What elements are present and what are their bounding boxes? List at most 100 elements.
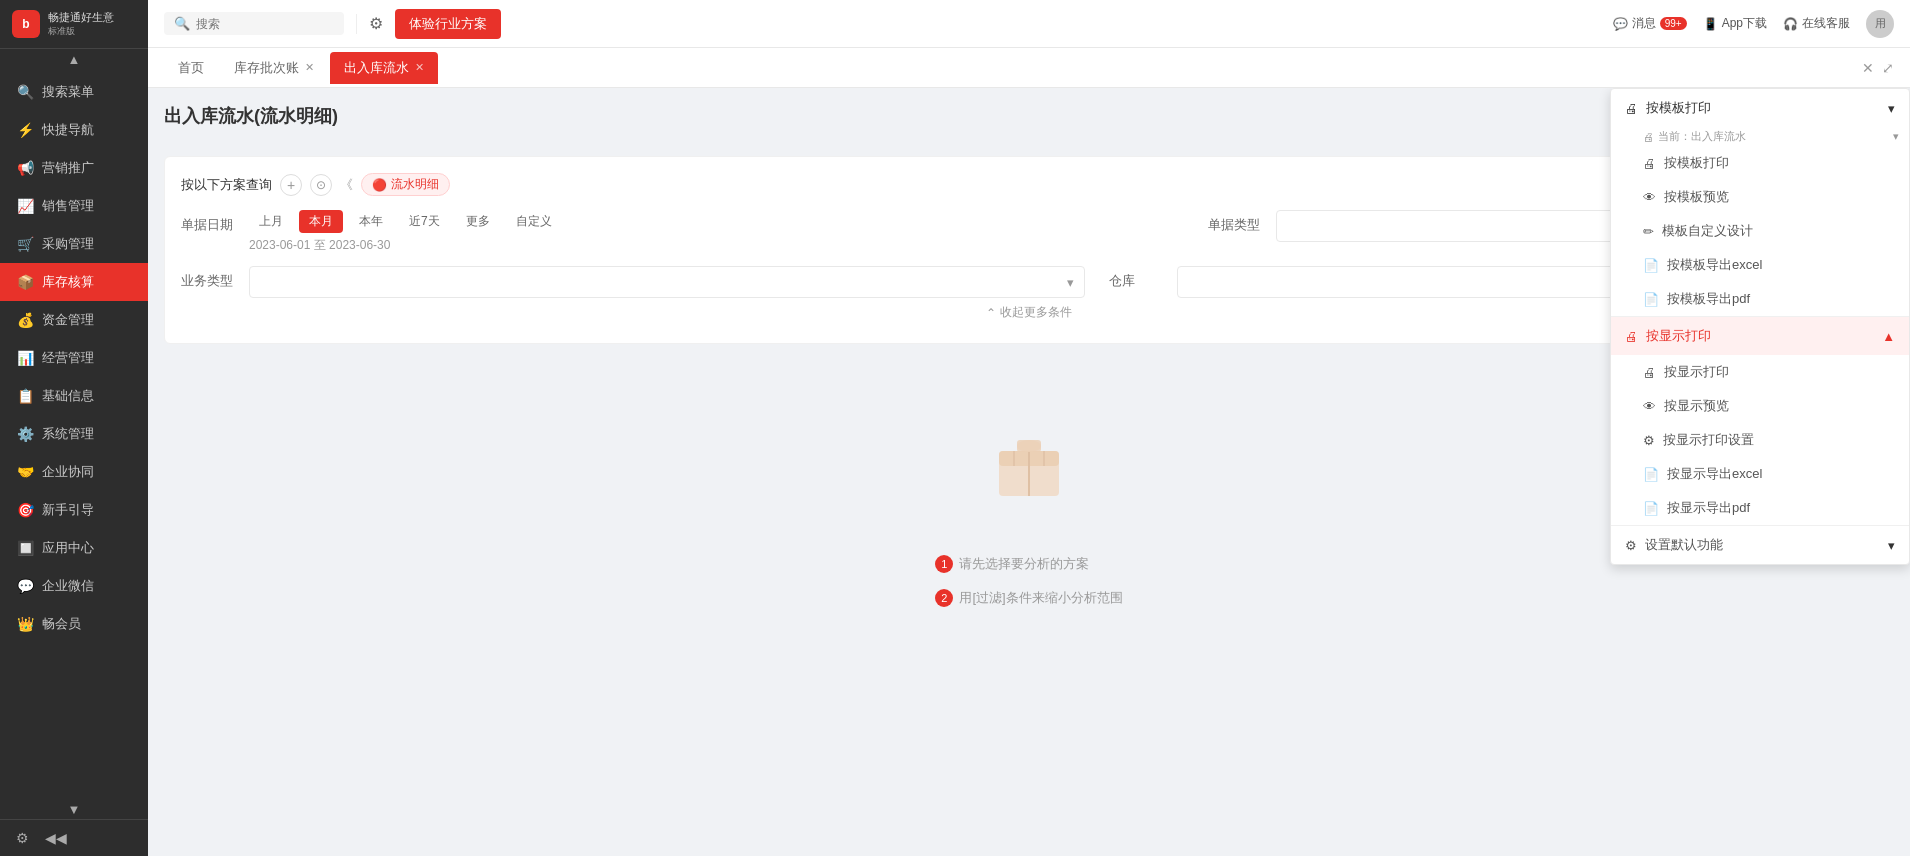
user-avatar[interactable]: 用 bbox=[1866, 10, 1894, 38]
online-service-group[interactable]: 🎧 在线客服 bbox=[1783, 15, 1850, 32]
topbar-search-area[interactable]: 🔍 bbox=[164, 12, 344, 35]
phone-icon: 📱 bbox=[1703, 17, 1718, 31]
display-preview-label: 按显示预览 bbox=[1664, 397, 1729, 415]
template-excel-item[interactable]: 📄 按模板导出excel bbox=[1611, 248, 1909, 282]
date-opt-this-month[interactable]: 本月 bbox=[299, 210, 343, 233]
template-print-header[interactable]: 🖨 按模板打印 ▾ bbox=[1611, 89, 1909, 127]
filter-tag-icon: 🔴 bbox=[372, 178, 387, 192]
biz-type-filter-group: 业务类型 ▾ bbox=[181, 266, 1085, 298]
display-settings-label: 按显示打印设置 bbox=[1663, 431, 1754, 449]
biz-type-select[interactable]: ▾ bbox=[249, 266, 1085, 298]
message-icon: 💬 bbox=[1613, 17, 1628, 31]
sidebar-item-label: 库存核算 bbox=[42, 273, 94, 291]
display-pdf-icon: 📄 bbox=[1643, 501, 1659, 516]
tab-flow[interactable]: 出入库流水 ✕ bbox=[330, 52, 438, 84]
template-pdf-icon: 📄 bbox=[1643, 292, 1659, 307]
sidebar-item-system[interactable]: ⚙️ 系统管理 bbox=[0, 415, 148, 453]
template-design-item[interactable]: ✏ 模板自定义设计 bbox=[1611, 214, 1909, 248]
chart-icon: 📈 bbox=[16, 198, 34, 214]
sidebar-item-apps[interactable]: 🔲 应用中心 bbox=[0, 529, 148, 567]
display-settings-item[interactable]: ⚙ 按显示打印设置 bbox=[1611, 423, 1909, 457]
sidebar-item-member[interactable]: 👑 畅会员 bbox=[0, 605, 148, 643]
filter-tag-flow[interactable]: 🔴 流水明细 bbox=[361, 173, 450, 196]
sidebar-item-collab[interactable]: 🤝 企业协同 bbox=[0, 453, 148, 491]
window-maximize-btn[interactable]: ⤢ bbox=[1882, 60, 1894, 76]
filter-add-btn[interactable]: + bbox=[280, 174, 302, 196]
sidebar-scroll-up[interactable]: ▲ bbox=[0, 49, 148, 69]
sidebar-item-search[interactable]: 🔍 搜索菜单 bbox=[0, 73, 148, 111]
window-controls: ✕ ⤢ bbox=[1862, 60, 1894, 76]
gear-icon: ⚙️ bbox=[16, 426, 34, 442]
sidebar-item-quick-nav[interactable]: ⚡ 快捷导航 bbox=[0, 111, 148, 149]
template-preview-item[interactable]: 👁 按模板预览 bbox=[1611, 180, 1909, 214]
sidebar-item-marketing[interactable]: 📢 营销推广 bbox=[0, 149, 148, 187]
tab-flow-close[interactable]: ✕ bbox=[415, 61, 424, 74]
default-function-section[interactable]: ⚙ 设置默认功能 ▾ bbox=[1611, 526, 1909, 564]
sidebar-item-inventory[interactable]: 📦 库存核算 bbox=[0, 263, 148, 301]
window-close-btn[interactable]: ✕ bbox=[1862, 60, 1874, 76]
sidebar-item-label: 销售管理 bbox=[42, 197, 94, 215]
date-range-display: 2023-06-01 至 2023-06-30 bbox=[249, 237, 562, 254]
sidebar-item-wechat[interactable]: 💬 企业微信 bbox=[0, 567, 148, 605]
filter-section-label: 按以下方案查询 bbox=[181, 176, 272, 194]
message-group[interactable]: 💬 消息 99+ bbox=[1613, 15, 1687, 32]
display-print-item[interactable]: 🖨 按显示打印 bbox=[1611, 355, 1909, 389]
default-function-left: ⚙ 设置默认功能 bbox=[1625, 536, 1723, 554]
sidebar: b 畅捷通好生意 标准版 ▲ 🔍 搜索菜单 ⚡ 快捷导航 📢 营销推广 📈 销售… bbox=[0, 0, 148, 856]
template-preview-icon: 👁 bbox=[1643, 190, 1656, 205]
date-opt-prev-month[interactable]: 上月 bbox=[249, 210, 293, 233]
template-preview-label: 按模板预览 bbox=[1664, 188, 1729, 206]
display-excel-icon: 📄 bbox=[1643, 467, 1659, 482]
sidebar-item-basic[interactable]: 📋 基础信息 bbox=[0, 377, 148, 415]
grid-icon: 🔲 bbox=[16, 540, 34, 556]
date-opt-this-year[interactable]: 本年 bbox=[349, 210, 393, 233]
sidebar-nav: 🔍 搜索菜单 ⚡ 快捷导航 📢 营销推广 📈 销售管理 🛒 采购管理 📦 库存核… bbox=[0, 69, 148, 799]
search-icon: 🔍 bbox=[174, 16, 190, 31]
date-opt-custom[interactable]: 自定义 bbox=[506, 210, 562, 233]
tab-batch-close[interactable]: ✕ bbox=[305, 61, 314, 74]
date-filter-label: 单据日期 bbox=[181, 210, 241, 234]
online-service-label: 在线客服 bbox=[1802, 15, 1850, 32]
sidebar-item-sales[interactable]: 📈 销售管理 bbox=[0, 187, 148, 225]
message-label: 消息 bbox=[1632, 15, 1656, 32]
sidebar-item-label: 快捷导航 bbox=[42, 121, 94, 139]
footer-settings-icon[interactable]: ⚙ bbox=[16, 830, 29, 846]
display-excel-item[interactable]: 📄 按显示导出excel bbox=[1611, 457, 1909, 491]
display-preview-item[interactable]: 👁 按显示预览 bbox=[1611, 389, 1909, 423]
display-excel-label: 按显示导出excel bbox=[1667, 465, 1762, 483]
empty-svg bbox=[979, 416, 1079, 516]
trial-btn[interactable]: 体验行业方案 bbox=[395, 9, 501, 39]
default-function-label: 设置默认功能 bbox=[1645, 536, 1723, 554]
tab-batch[interactable]: 库存批次账 ✕ bbox=[220, 52, 328, 84]
sidebar-item-guide[interactable]: 🎯 新手引导 bbox=[0, 491, 148, 529]
sidebar-scroll-down[interactable]: ▼ bbox=[0, 799, 148, 819]
template-pdf-label: 按模板导出pdf bbox=[1667, 290, 1750, 308]
filter-collapse-icon[interactable]: 《 bbox=[340, 176, 353, 194]
collapse-label: 收起更多条件 bbox=[1000, 304, 1072, 321]
topbar-settings-icon[interactable]: ⚙ bbox=[369, 14, 383, 33]
template-design-label: 模板自定义设计 bbox=[1662, 222, 1753, 240]
search-input[interactable] bbox=[196, 17, 316, 31]
tab-home[interactable]: 首页 bbox=[164, 52, 218, 84]
app-download-group[interactable]: 📱 App下载 bbox=[1703, 15, 1767, 32]
wechat-icon: 💬 bbox=[16, 578, 34, 594]
display-preview-icon: 👁 bbox=[1643, 399, 1656, 414]
footer-collapse-icon[interactable]: ◀◀ bbox=[45, 830, 67, 846]
sidebar-item-purchase[interactable]: 🛒 采购管理 bbox=[0, 225, 148, 263]
template-print-item[interactable]: 🖨 按模板打印 bbox=[1611, 146, 1909, 180]
display-pdf-item[interactable]: 📄 按显示导出pdf bbox=[1611, 491, 1909, 525]
search-icon: 🔍 bbox=[16, 84, 34, 100]
sidebar-item-operation[interactable]: 📊 经营管理 bbox=[0, 339, 148, 377]
display-print-item-label: 按显示打印 bbox=[1664, 363, 1729, 381]
date-opt-recent7[interactable]: 近7天 bbox=[399, 210, 450, 233]
default-function-icon: ⚙ bbox=[1625, 538, 1637, 553]
filter-settings-btn[interactable]: ⊙ bbox=[310, 174, 332, 196]
template-pdf-item[interactable]: 📄 按模板导出pdf bbox=[1611, 282, 1909, 316]
sidebar-item-label: 企业协同 bbox=[42, 463, 94, 481]
print-dropdown-panel: 🖨 按模板打印 ▾ 🖨 当前：出入库流水 ▾ 🖨 按模板打印 👁 按模板预览 bbox=[1610, 88, 1910, 565]
display-print-header[interactable]: 🖨 按显示打印 ▲ bbox=[1611, 317, 1909, 355]
sidebar-item-label: 经营管理 bbox=[42, 349, 94, 367]
sidebar-item-finance[interactable]: 💰 资金管理 bbox=[0, 301, 148, 339]
current-template-icon: 🖨 bbox=[1643, 131, 1654, 143]
date-opt-more[interactable]: 更多 bbox=[456, 210, 500, 233]
